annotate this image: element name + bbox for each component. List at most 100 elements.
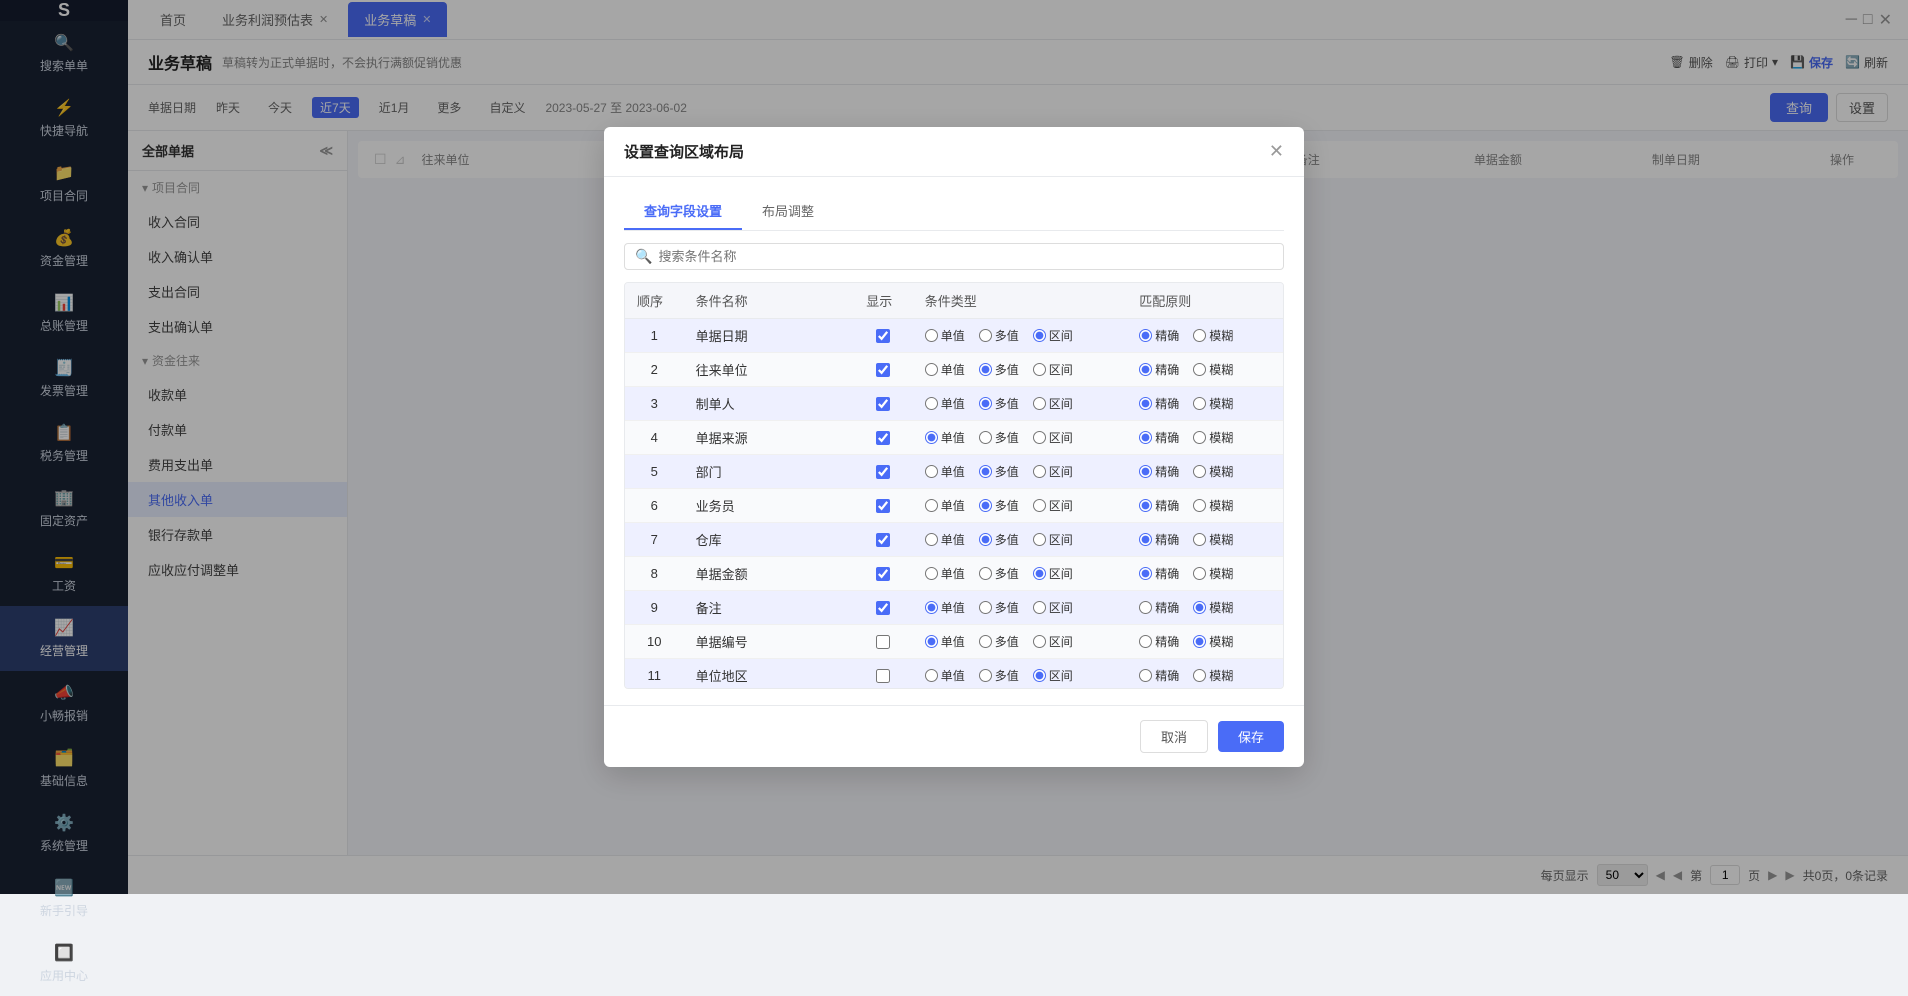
th-match: 匹配原则 xyxy=(1127,283,1283,319)
radio-exact[interactable]: 精确 xyxy=(1139,633,1179,650)
radio-fuzzy[interactable]: 模糊 xyxy=(1193,531,1233,548)
radio-exact[interactable]: 精确 xyxy=(1139,497,1179,514)
table-row: 2往来单位单值多值区间精确模糊 xyxy=(625,353,1283,387)
radio-range[interactable]: 区间 xyxy=(1033,395,1073,412)
radio-multi[interactable]: 多值 xyxy=(979,667,1019,684)
show-checkbox[interactable] xyxy=(876,431,890,445)
radio-fuzzy[interactable]: 模糊 xyxy=(1193,463,1233,480)
radio-single[interactable]: 单值 xyxy=(925,565,965,582)
radio-range[interactable]: 区间 xyxy=(1033,565,1073,582)
radio-single[interactable]: 单值 xyxy=(925,429,965,446)
sidebar-item-appstore[interactable]: 🔲 应用中心 xyxy=(0,931,128,996)
radio-fuzzy[interactable]: 模糊 xyxy=(1193,497,1233,514)
row-show xyxy=(854,387,913,421)
radio-multi[interactable]: 多值 xyxy=(979,599,1019,616)
row-name: 制单人 xyxy=(684,387,855,421)
radio-fuzzy[interactable]: 模糊 xyxy=(1193,429,1233,446)
row-order: 1 xyxy=(625,319,684,353)
radio-single[interactable]: 单值 xyxy=(925,497,965,514)
radio-range[interactable]: 区间 xyxy=(1033,429,1073,446)
radio-range[interactable]: 区间 xyxy=(1033,497,1073,514)
row-condition-type: 单值多值区间 xyxy=(913,353,1128,387)
show-checkbox[interactable] xyxy=(876,567,890,581)
radio-single[interactable]: 单值 xyxy=(925,395,965,412)
radio-range[interactable]: 区间 xyxy=(1033,633,1073,650)
row-show xyxy=(854,557,913,591)
row-match: 精确模糊 xyxy=(1127,523,1283,557)
radio-exact[interactable]: 精确 xyxy=(1139,429,1179,446)
row-condition-type: 单值多值区间 xyxy=(913,625,1128,659)
radio-multi[interactable]: 多值 xyxy=(979,463,1019,480)
radio-exact[interactable]: 精确 xyxy=(1139,395,1179,412)
show-checkbox[interactable] xyxy=(876,635,890,649)
radio-range[interactable]: 区间 xyxy=(1033,463,1073,480)
show-checkbox[interactable] xyxy=(876,499,890,513)
modal-tab-layout[interactable]: 布局调整 xyxy=(742,193,834,230)
row-show xyxy=(854,523,913,557)
radio-range[interactable]: 区间 xyxy=(1033,531,1073,548)
modal-tab-query-fields[interactable]: 查询字段设置 xyxy=(624,193,742,230)
table-row: 5部门单值多值区间精确模糊 xyxy=(625,455,1283,489)
radio-single[interactable]: 单值 xyxy=(925,327,965,344)
radio-multi[interactable]: 多值 xyxy=(979,429,1019,446)
radio-exact[interactable]: 精确 xyxy=(1139,531,1179,548)
radio-multi[interactable]: 多值 xyxy=(979,497,1019,514)
row-name: 单据金额 xyxy=(684,557,855,591)
radio-fuzzy[interactable]: 模糊 xyxy=(1193,327,1233,344)
radio-multi[interactable]: 多值 xyxy=(979,395,1019,412)
th-type: 条件类型 xyxy=(913,283,1128,319)
modal-search-bar: 🔍 xyxy=(624,243,1284,270)
cancel-button[interactable]: 取消 xyxy=(1140,720,1208,753)
radio-exact[interactable]: 精确 xyxy=(1139,565,1179,582)
row-name: 业务员 xyxy=(684,489,855,523)
radio-range[interactable]: 区间 xyxy=(1033,327,1073,344)
radio-fuzzy[interactable]: 模糊 xyxy=(1193,667,1233,684)
radio-multi[interactable]: 多值 xyxy=(979,361,1019,378)
radio-multi[interactable]: 多值 xyxy=(979,327,1019,344)
radio-single[interactable]: 单值 xyxy=(925,599,965,616)
table-row: 11单位地区单值多值区间精确模糊 xyxy=(625,659,1283,690)
radio-fuzzy[interactable]: 模糊 xyxy=(1193,599,1233,616)
modal-save-button[interactable]: 保存 xyxy=(1218,721,1284,752)
show-checkbox[interactable] xyxy=(876,465,890,479)
row-condition-type: 单值多值区间 xyxy=(913,455,1128,489)
radio-fuzzy[interactable]: 模糊 xyxy=(1193,395,1233,412)
show-checkbox[interactable] xyxy=(876,397,890,411)
radio-single[interactable]: 单值 xyxy=(925,667,965,684)
row-show xyxy=(854,489,913,523)
row-order: 3 xyxy=(625,387,684,421)
radio-exact[interactable]: 精确 xyxy=(1139,327,1179,344)
radio-single[interactable]: 单值 xyxy=(925,633,965,650)
radio-exact[interactable]: 精确 xyxy=(1139,463,1179,480)
radio-single[interactable]: 单值 xyxy=(925,361,965,378)
radio-exact[interactable]: 精确 xyxy=(1139,667,1179,684)
show-checkbox[interactable] xyxy=(876,533,890,547)
radio-fuzzy[interactable]: 模糊 xyxy=(1193,565,1233,582)
show-checkbox[interactable] xyxy=(876,363,890,377)
radio-multi[interactable]: 多值 xyxy=(979,633,1019,650)
radio-fuzzy[interactable]: 模糊 xyxy=(1193,633,1233,650)
radio-multi[interactable]: 多值 xyxy=(979,531,1019,548)
radio-exact[interactable]: 精确 xyxy=(1139,599,1179,616)
radio-single[interactable]: 单值 xyxy=(925,531,965,548)
th-show: 显示 xyxy=(854,283,913,319)
row-order: 10 xyxy=(625,625,684,659)
show-checkbox[interactable] xyxy=(876,601,890,615)
row-match: 精确模糊 xyxy=(1127,625,1283,659)
row-show xyxy=(854,455,913,489)
radio-multi[interactable]: 多值 xyxy=(979,565,1019,582)
show-checkbox[interactable] xyxy=(876,329,890,343)
table-row: 3制单人 单值多值区间 精确模糊 xyxy=(625,387,1283,421)
radio-range[interactable]: 区间 xyxy=(1033,599,1073,616)
radio-fuzzy[interactable]: 模糊 xyxy=(1193,361,1233,378)
modal-search-input[interactable] xyxy=(658,249,858,264)
table-row: 9备注单值多值区间精确模糊 xyxy=(625,591,1283,625)
row-name: 仓库 xyxy=(684,523,855,557)
radio-range[interactable]: 区间 xyxy=(1033,361,1073,378)
radio-range[interactable]: 区间 xyxy=(1033,667,1073,684)
row-name: 单据日期 xyxy=(684,319,855,353)
show-checkbox[interactable] xyxy=(876,669,890,683)
radio-single[interactable]: 单值 xyxy=(925,463,965,480)
radio-exact[interactable]: 精确 xyxy=(1139,361,1179,378)
modal-close-button[interactable]: ✕ xyxy=(1269,141,1284,162)
